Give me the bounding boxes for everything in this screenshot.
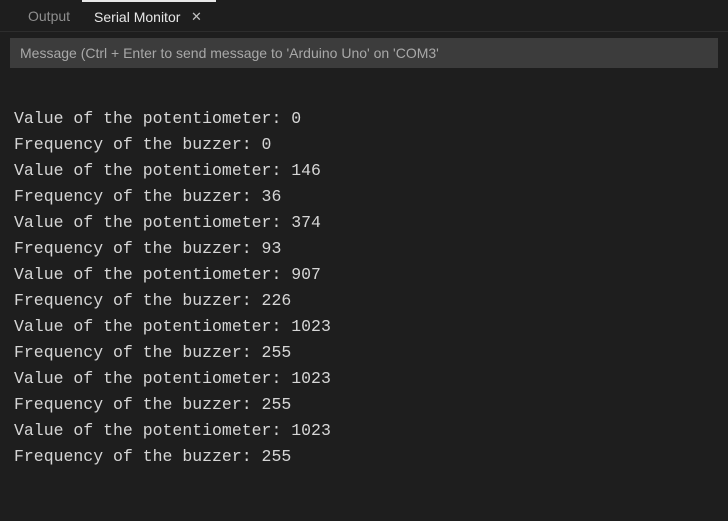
tab-bar: Output Serial Monitor ✕ xyxy=(0,0,728,32)
message-input[interactable] xyxy=(20,45,708,61)
console-line: Frequency of the buzzer: 0 xyxy=(14,132,714,158)
console-line: Frequency of the buzzer: 36 xyxy=(14,184,714,210)
console-line: Value of the potentiometer: 374 xyxy=(14,210,714,236)
console-line: Value of the potentiometer: 1023 xyxy=(14,314,714,340)
tab-serial-monitor[interactable]: Serial Monitor ✕ xyxy=(82,0,216,31)
console-line: Value of the potentiometer: 0 xyxy=(14,106,714,132)
console-line: Value of the potentiometer: 146 xyxy=(14,158,714,184)
console-line: Value of the potentiometer: 907 xyxy=(14,262,714,288)
console-line: Value of the potentiometer: 1023 xyxy=(14,366,714,392)
console-line: Frequency of the buzzer: 93 xyxy=(14,236,714,262)
tab-output-label: Output xyxy=(28,8,70,24)
console-line: Frequency of the buzzer: 255 xyxy=(14,340,714,366)
tab-serial-monitor-label: Serial Monitor xyxy=(94,9,180,25)
console-line: Frequency of the buzzer: 255 xyxy=(14,392,714,418)
console-line: Frequency of the buzzer: 255 xyxy=(14,444,714,470)
console-output: Value of the potentiometer: 0Frequency o… xyxy=(0,74,728,484)
console-line: Frequency of the buzzer: 226 xyxy=(14,288,714,314)
tab-output[interactable]: Output xyxy=(16,0,82,31)
message-bar xyxy=(10,38,718,68)
close-icon[interactable]: ✕ xyxy=(188,9,204,25)
console-line: Value of the potentiometer: 1023 xyxy=(14,418,714,444)
